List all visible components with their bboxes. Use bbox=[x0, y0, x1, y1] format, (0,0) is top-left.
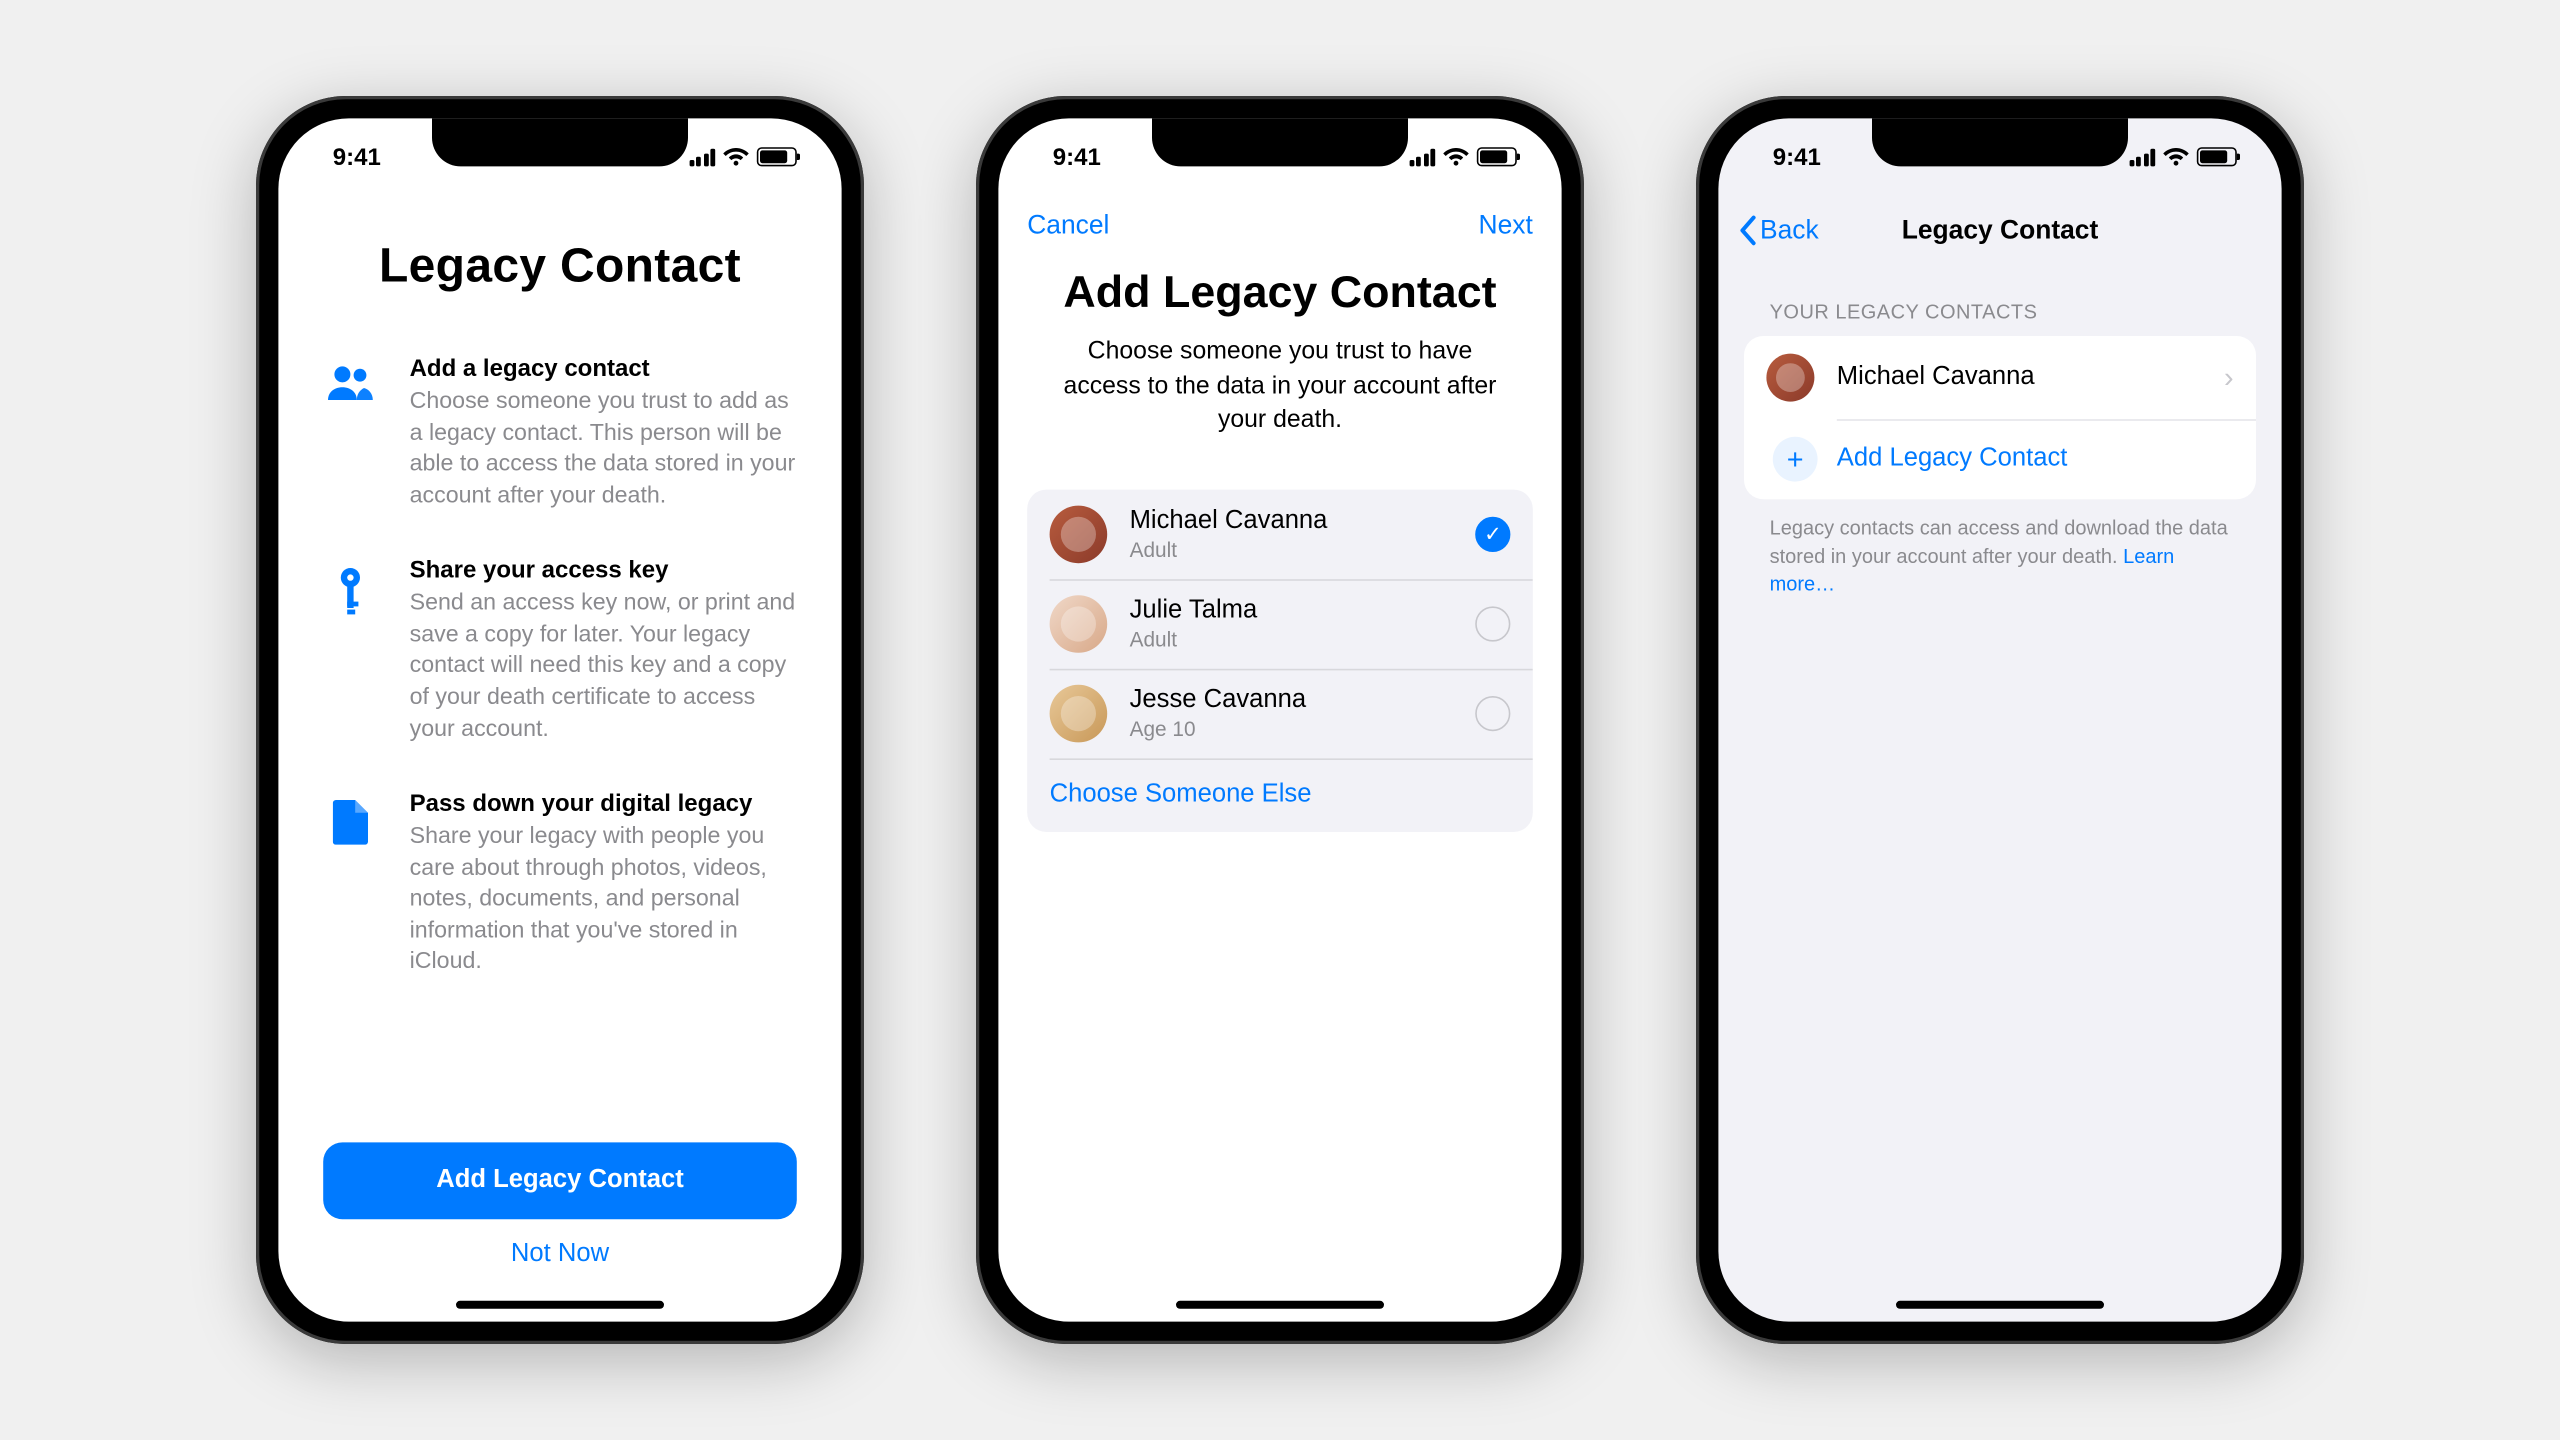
page-title: Legacy Contact bbox=[323, 240, 797, 294]
feature-add-contact: Add a legacy contact Choose someone you … bbox=[323, 355, 797, 512]
contact-name: Michael Cavanna bbox=[1130, 507, 1453, 536]
contact-list: Michael Cavanna Adult ✓ Julie Talma Adul… bbox=[1027, 490, 1533, 832]
battery-icon bbox=[757, 147, 797, 166]
feature-digital-legacy: Pass down your digital legacy Share your… bbox=[323, 791, 797, 980]
key-icon bbox=[323, 557, 377, 746]
battery-icon bbox=[1477, 147, 1517, 166]
radio-checked-icon[interactable]: ✓ bbox=[1475, 517, 1510, 552]
signal-icon bbox=[2129, 148, 2155, 166]
home-indicator[interactable] bbox=[456, 1301, 664, 1309]
home-indicator[interactable] bbox=[1896, 1301, 2104, 1309]
chevron-right-icon: › bbox=[2224, 361, 2234, 395]
chevron-left-icon bbox=[1738, 214, 1757, 246]
status-time: 9:41 bbox=[1053, 143, 1101, 170]
phone-3: 9:41 Back Legacy Contact Your Legacy Con… bbox=[1696, 96, 2304, 1344]
plus-icon: + bbox=[1773, 437, 1818, 482]
feature-access-key: Share your access key Send an access key… bbox=[323, 557, 797, 746]
phone-2: 9:41 Cancel Next Add Legacy Contact Choo… bbox=[976, 96, 1584, 1344]
legacy-contact-row[interactable]: Michael Cavanna › bbox=[1744, 336, 2256, 419]
add-legacy-contact-row[interactable]: + Add Legacy Contact bbox=[1744, 419, 2256, 499]
not-now-button[interactable]: Not Now bbox=[323, 1219, 797, 1289]
contact-name: Michael Cavanna bbox=[1837, 363, 2202, 392]
notch bbox=[1152, 118, 1408, 166]
contact-subtitle: Adult bbox=[1130, 627, 1453, 651]
feature-title: Pass down your digital legacy bbox=[410, 791, 797, 818]
feature-body: Send an access key now, or print and sav… bbox=[410, 589, 797, 746]
wifi-icon bbox=[2163, 147, 2189, 166]
wifi-icon bbox=[723, 147, 749, 166]
feature-title: Share your access key bbox=[410, 557, 797, 584]
home-indicator[interactable] bbox=[1176, 1301, 1384, 1309]
battery-icon bbox=[2197, 147, 2237, 166]
add-legacy-contact-button[interactable]: Add Legacy Contact bbox=[323, 1142, 797, 1219]
phone-1: 9:41 Legacy Contact Add a legacy contact… bbox=[256, 96, 864, 1344]
status-time: 9:41 bbox=[333, 143, 381, 170]
feature-body: Share your legacy with people you care a… bbox=[410, 823, 797, 980]
wifi-icon bbox=[1443, 147, 1469, 166]
add-label: Add Legacy Contact bbox=[1837, 445, 2068, 474]
notch bbox=[432, 118, 688, 166]
footer-text: Legacy contacts can access and download … bbox=[1744, 499, 2256, 599]
feature-body: Choose someone you trust to add as a leg… bbox=[410, 387, 797, 512]
signal-icon bbox=[689, 148, 715, 166]
radio-icon[interactable] bbox=[1475, 696, 1510, 731]
page-subtitle: Choose someone you trust to have access … bbox=[1027, 334, 1533, 438]
nav-title: Legacy Contact bbox=[1902, 215, 2099, 245]
notch bbox=[1872, 118, 2128, 166]
signal-icon bbox=[1409, 148, 1435, 166]
contact-subtitle: Adult bbox=[1130, 538, 1453, 562]
avatar bbox=[1050, 595, 1108, 653]
avatar bbox=[1050, 685, 1108, 743]
section-header: Your Legacy Contacts bbox=[1770, 301, 2256, 323]
avatar bbox=[1766, 354, 1814, 402]
status-time: 9:41 bbox=[1773, 143, 1821, 170]
contact-row-jesse[interactable]: Jesse Cavanna Age 10 bbox=[1027, 669, 1533, 759]
feature-title: Add a legacy contact bbox=[410, 355, 797, 382]
back-button[interactable]: Back bbox=[1738, 214, 1819, 246]
choose-someone-else-button[interactable]: Choose Someone Else bbox=[1027, 759, 1533, 833]
radio-icon[interactable] bbox=[1475, 607, 1510, 642]
contact-name: Julie Talma bbox=[1130, 597, 1453, 626]
avatar bbox=[1050, 506, 1108, 564]
cancel-button[interactable]: Cancel bbox=[1027, 211, 1109, 241]
contact-name: Jesse Cavanna bbox=[1130, 687, 1453, 716]
next-button[interactable]: Next bbox=[1479, 211, 1533, 241]
contact-row-julie[interactable]: Julie Talma Adult bbox=[1027, 579, 1533, 669]
contact-subtitle: Age 10 bbox=[1130, 717, 1453, 741]
back-label: Back bbox=[1760, 215, 1819, 245]
document-icon bbox=[323, 791, 377, 980]
people-icon bbox=[323, 355, 377, 512]
contact-row-michael[interactable]: Michael Cavanna Adult ✓ bbox=[1027, 490, 1533, 580]
page-title: Add Legacy Contact bbox=[1027, 267, 1533, 318]
legacy-contacts-list: Michael Cavanna › + Add Legacy Contact bbox=[1744, 336, 2256, 499]
